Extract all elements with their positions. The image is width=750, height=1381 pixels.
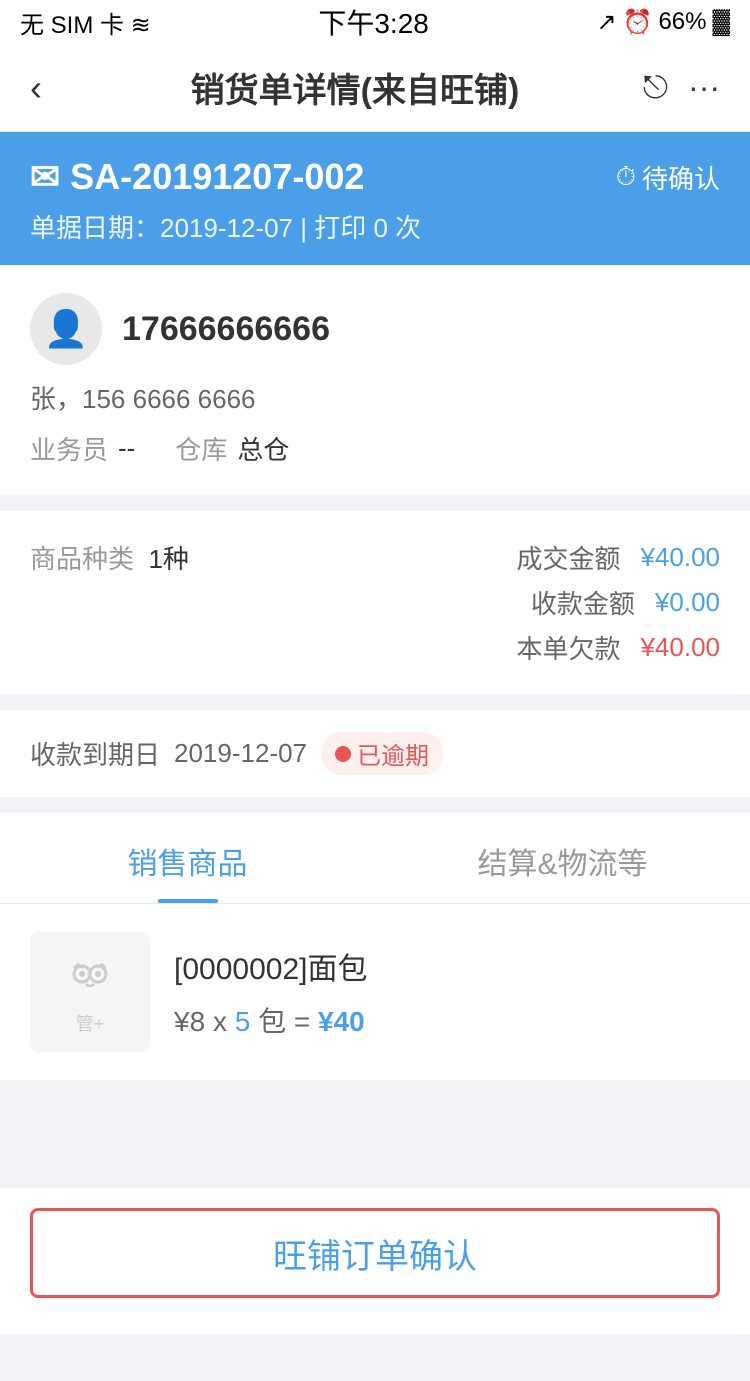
tab-settlement[interactable]: 结算&物流等: [375, 813, 750, 903]
received-amount-row: 收款金额 ¥0.00: [531, 584, 720, 621]
page-title: 销货单详情(来自旺铺): [90, 63, 620, 112]
confirm-order-button[interactable]: 旺铺订单确认: [30, 1208, 720, 1298]
avatar: 👤: [30, 293, 102, 365]
amount-summary: 成交金额 ¥40.00 收款金额 ¥0.00 本单欠款 ¥40.00: [516, 539, 720, 666]
order-id: ✉ SA-20191207-002: [30, 156, 364, 198]
sim-label: 无 SIM 卡 ≋: [20, 5, 151, 40]
battery-icon: ▓: [712, 8, 730, 36]
nav-right-actions: ⎋ ···: [620, 69, 720, 107]
deal-amount-row: 成交金额 ¥40.00: [516, 539, 720, 576]
product-type: 商品种类 1种: [30, 539, 189, 576]
tabs: 销售商品 结算&物流等: [0, 813, 750, 904]
battery-label: 66%: [658, 8, 706, 36]
product-details: [0000002]面包 ¥8 x 5 包 = ¥40: [174, 944, 720, 1040]
share-icon[interactable]: ⎋: [643, 69, 668, 107]
summary-card: 商品种类 1种 成交金额 ¥40.00 收款金额 ¥0.00 本单欠款 ¥40.…: [0, 511, 750, 694]
customer-phone: 17666666666: [122, 310, 330, 349]
status-bar: 无 SIM 卡 ≋ 下午3:28 ↗ ⏰ 66% ▓: [0, 0, 750, 44]
status-left: 无 SIM 卡 ≋: [20, 5, 151, 40]
tabs-container: 销售商品 结算&物流等: [0, 813, 750, 904]
status-right: ↗ ⏰ 66% ▓: [596, 8, 730, 37]
salesperson-item: 业务员 --: [30, 430, 135, 467]
salesperson-value: --: [118, 433, 135, 464]
customer-contact: 张，156 6666 6666: [30, 379, 720, 416]
product-total: ¥40: [318, 1006, 365, 1037]
product-logo-text: 管+: [76, 1010, 105, 1036]
alarm-icon: ⏰: [623, 8, 653, 37]
product-list: 管+ [0000002]面包 ¥8 x 5 包 = ¥40: [0, 904, 750, 1081]
product-logo-icon: [60, 948, 120, 1008]
due-date-card: 收款到期日 2019-12-07 已逾期: [0, 710, 750, 797]
owed-amount-label: 本单欠款: [516, 629, 620, 666]
owed-amount-value: ¥40.00: [640, 632, 720, 663]
product-name: [0000002]面包: [174, 944, 720, 988]
due-date-label: 收款到期日: [30, 735, 160, 772]
bottom-button-area: 旺铺订单确认: [0, 1188, 750, 1334]
nav-bar: ‹ 销货单详情(来自旺铺) ⎋ ···: [0, 44, 750, 132]
customer-card: 👤 17666666666 张，156 6666 6666 业务员 -- 仓库 …: [0, 265, 750, 495]
order-header-card: ✉ SA-20191207-002 ⏱ 待确认 单据日期：2019-12-07 …: [0, 132, 750, 265]
warehouse-value: 总仓: [237, 430, 289, 467]
more-icon[interactable]: ···: [688, 69, 720, 106]
deal-amount-label: 成交金额: [516, 539, 620, 576]
warehouse-label: 仓库: [175, 430, 227, 467]
product-price: ¥8 x 5 包 = ¥40: [174, 1000, 720, 1040]
back-button[interactable]: ‹: [30, 67, 90, 109]
product-item: 管+ [0000002]面包 ¥8 x 5 包 = ¥40: [0, 904, 750, 1081]
order-date-line: 单据日期：2019-12-07 | 打印 0 次: [30, 208, 720, 245]
product-qty: 5: [235, 1006, 251, 1037]
salesperson-label: 业务员: [30, 430, 108, 467]
order-status: ⏱ 待确认: [616, 159, 720, 196]
received-amount-value: ¥0.00: [655, 587, 720, 618]
owed-amount-row: 本单欠款 ¥40.00: [516, 629, 720, 666]
product-type-label: 商品种类: [30, 544, 134, 574]
overdue-badge: 已逾期: [321, 732, 443, 775]
product-type-value: 1种: [148, 544, 188, 574]
location-icon: ↗: [596, 8, 616, 37]
clock-icon: ⏱: [616, 161, 636, 193]
product-image: 管+: [30, 932, 150, 1052]
tab-products[interactable]: 销售商品: [0, 813, 375, 903]
deal-amount-value: ¥40.00: [640, 542, 720, 573]
due-date-value: 2019-12-07: [174, 738, 307, 769]
user-icon: 👤: [44, 308, 89, 350]
customer-meta: 业务员 -- 仓库 总仓: [30, 430, 720, 467]
overdue-text: 已逾期: [357, 736, 429, 771]
status-time: 下午3:28: [318, 2, 429, 42]
received-amount-label: 收款金额: [531, 584, 635, 621]
overdue-dot-icon: [335, 746, 351, 762]
warehouse-item: 仓库 总仓: [175, 430, 289, 467]
email-icon: ✉: [30, 156, 60, 198]
